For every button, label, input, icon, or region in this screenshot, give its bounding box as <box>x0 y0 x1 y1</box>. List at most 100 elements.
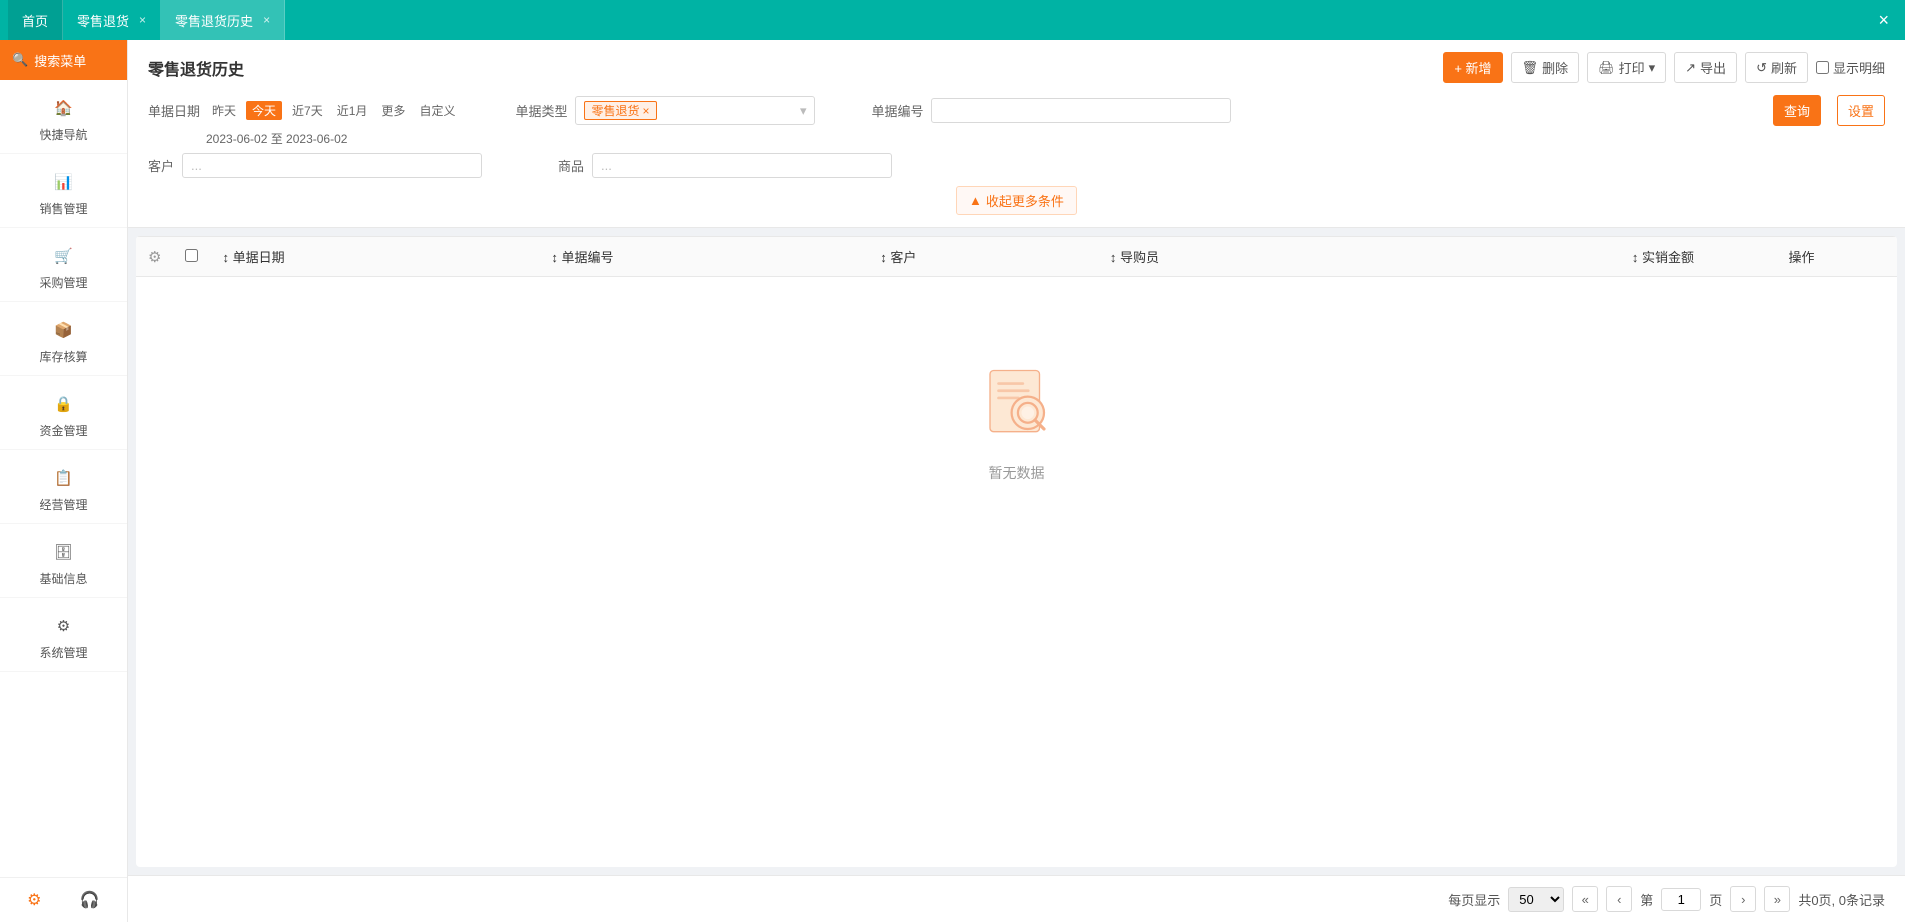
customer-col-header: ↕ 客户 <box>868 237 1098 277</box>
display-detail-toggle[interactable]: 显示明细 <box>1816 58 1885 77</box>
voucher-type-label: 单据类型 <box>515 101 567 120</box>
date-range-display: 2023-06-02 至 2023-06-02 <box>206 132 347 146</box>
page-number-input[interactable] <box>1661 888 1701 911</box>
next-page-button[interactable]: › <box>1730 886 1756 912</box>
toolbar: + 新增 🗑 删除 🖨 打印 ▾ ↗ 导出 ↺ <box>1443 52 1885 83</box>
sidebar-search-label: 搜索菜单 <box>34 51 86 70</box>
sidebar-item-label: 资金管理 <box>39 422 87 439</box>
export-button[interactable]: ↗ 导出 <box>1674 52 1737 83</box>
add-button[interactable]: + 新增 <box>1443 52 1502 83</box>
headphone-icon[interactable]: 🎧 <box>80 890 100 910</box>
shortcut-1month[interactable]: 近1月 <box>333 101 372 120</box>
voucher-type-select[interactable]: 零售退货 × ▾ <box>575 96 815 125</box>
shortcut-more[interactable]: 更多 <box>377 101 409 120</box>
shortcut-yesterday[interactable]: 昨天 <box>208 101 240 120</box>
refresh-icon: ↺ <box>1756 60 1767 76</box>
select-all-checkbox[interactable] <box>185 249 198 262</box>
query-button[interactable]: 查询 <box>1773 95 1821 126</box>
goods-select[interactable]: ... <box>592 153 892 178</box>
content-area: 零售退货历史 + 新增 🗑 删除 🖨 打印 ▾ ↗ 导出 <box>128 40 1905 922</box>
sidebar-item-label: 经营管理 <box>39 496 87 513</box>
sidebar-search[interactable]: 🔍 搜索菜单 <box>0 40 127 80</box>
voucher-no-filter-item: 单据编号 <box>871 98 1231 123</box>
tab-retail-return-history-close[interactable]: × <box>263 13 270 27</box>
delete-button[interactable]: 🗑 删除 <box>1511 52 1580 83</box>
goods-filter-item: 商品 ... <box>558 153 892 178</box>
prev-page-button[interactable]: ‹ <box>1606 886 1632 912</box>
sidebar-item-purchase-mgmt[interactable]: 🛒 采购管理 <box>0 228 127 302</box>
goods-label: 商品 <box>558 156 584 175</box>
page-header: 零售退货历史 + 新增 🗑 删除 🖨 打印 ▾ ↗ 导出 <box>128 40 1905 228</box>
empty-state-illustration <box>972 357 1062 447</box>
empty-state: 暂无数据 <box>136 277 1897 563</box>
sidebar-item-basic-info[interactable]: 🗄 基础信息 <box>0 524 127 598</box>
app-close-button[interactable]: × <box>1862 10 1905 31</box>
customer-filter-item: 客户 ... <box>148 153 482 178</box>
tag-close-icon[interactable]: × <box>642 104 649 118</box>
sidebar-item-quick-nav[interactable]: 🏠 快捷导航 <box>0 80 127 154</box>
print-icon: 🖨 <box>1598 60 1615 76</box>
sidebar-bottom: ⚙ 🎧 <box>0 877 127 922</box>
sidebar-item-system-mgmt[interactable]: ⚙ 系统管理 <box>0 598 127 672</box>
refresh-button[interactable]: ↺ 刷新 <box>1745 52 1808 83</box>
operation-col-header: 操作 <box>1706 237 1897 277</box>
filter-row-1: 单据日期 昨天 今天 近7天 近1月 更多 自定义 单据类型 <box>148 95 1885 126</box>
tab-retail-return-history[interactable]: 零售退货历史 × <box>161 0 285 40</box>
sidebar-item-label: 快捷导航 <box>39 126 87 143</box>
sidebar-item-inventory[interactable]: 📦 库存核算 <box>0 302 127 376</box>
page-size-select[interactable]: 10 20 50 100 <box>1508 887 1564 912</box>
settings-button[interactable]: 设置 <box>1837 95 1885 126</box>
settings-gear-icon[interactable]: ⚙ <box>27 890 41 910</box>
table-settings-icon[interactable]: ⚙ <box>148 249 161 266</box>
system-icon: ⚙ <box>50 612 78 640</box>
table-header: ⚙ ↕ 单据日期 ↕ 单据编号 <box>136 237 1897 277</box>
voucher-no-label: 单据编号 <box>871 101 923 120</box>
top-nav: 首页 零售退货 × 零售退货历史 × × <box>0 0 1905 40</box>
delete-icon: 🗑 <box>1522 60 1539 76</box>
table-body: 暂无数据 <box>136 277 1897 564</box>
tab-retail-return-close[interactable]: × <box>139 13 146 27</box>
voucher-no-col-header: ↕ 单据编号 <box>539 237 868 277</box>
sidebar-item-label: 库存核算 <box>39 348 87 365</box>
last-page-button[interactable]: » <box>1764 886 1790 912</box>
voucher-no-input[interactable] <box>931 98 1231 123</box>
empty-cell: 暂无数据 <box>136 277 1897 564</box>
guide-col-header: ↕ 导购员 <box>1098 237 1377 277</box>
page-header-top: 零售退货历史 + 新增 🗑 删除 🖨 打印 ▾ ↗ 导出 <box>148 52 1885 83</box>
tab-retail-return-history-label: 零售退货历史 <box>175 11 253 30</box>
print-dropdown-icon: ▾ <box>1649 60 1656 76</box>
filter-area: 单据日期 昨天 今天 近7天 近1月 更多 自定义 单据类型 <box>148 95 1885 227</box>
voucher-type-dropdown-icon: ▾ <box>800 103 807 119</box>
checkbox-col-header <box>173 237 210 277</box>
print-button[interactable]: 🖨 打印 ▾ <box>1587 52 1666 83</box>
display-detail-checkbox[interactable] <box>1816 61 1829 74</box>
collapse-icon: ▲ <box>969 193 982 208</box>
first-page-button[interactable]: « <box>1572 886 1598 912</box>
actual-amount-col-header: ↕ 实销金额 <box>1377 237 1706 277</box>
main-layout: 🔍 搜索菜单 🏠 快捷导航 📊 销售管理 🛒 采购管理 📦 库存核算 🔒 资金管… <box>0 40 1905 922</box>
pagination-bar: 每页显示 10 20 50 100 « ‹ 第 页 › » 共0页, 0条记录 <box>128 875 1905 922</box>
tab-retail-return[interactable]: 零售退货 × <box>63 0 161 40</box>
inventory-icon: 📦 <box>50 316 78 344</box>
tab-home[interactable]: 首页 <box>8 0 63 40</box>
quick-nav-icon: 🏠 <box>50 94 78 122</box>
sidebar-item-sales-mgmt[interactable]: 📊 销售管理 <box>0 154 127 228</box>
collapse-filter-button[interactable]: ▲ 收起更多条件 <box>956 186 1077 215</box>
voucher-type-tag: 零售退货 × <box>584 101 656 120</box>
date-filter-label: 单据日期 <box>148 101 200 120</box>
voucher-date-col-header: ↕ 单据日期 <box>210 237 539 277</box>
page-section-label: 第 <box>1640 890 1653 909</box>
shortcut-custom[interactable]: 自定义 <box>415 101 459 120</box>
sidebar-item-finance[interactable]: 🔒 资金管理 <box>0 376 127 450</box>
finance-icon: 🔒 <box>50 390 78 418</box>
sidebar-item-operations[interactable]: 📋 经营管理 <box>0 450 127 524</box>
basic-info-icon: 🗄 <box>50 538 78 566</box>
sidebar: 🔍 搜索菜单 🏠 快捷导航 📊 销售管理 🛒 采购管理 📦 库存核算 🔒 资金管… <box>0 40 128 922</box>
shortcut-today[interactable]: 今天 <box>246 101 282 120</box>
purchase-icon: 🛒 <box>50 242 78 270</box>
shortcut-7days[interactable]: 近7天 <box>288 101 327 120</box>
sidebar-item-label: 系统管理 <box>39 644 87 661</box>
filter-row-2: 客户 ... 商品 ... <box>148 153 1885 178</box>
empty-row: 暂无数据 <box>136 277 1897 564</box>
customer-select[interactable]: ... <box>182 153 482 178</box>
